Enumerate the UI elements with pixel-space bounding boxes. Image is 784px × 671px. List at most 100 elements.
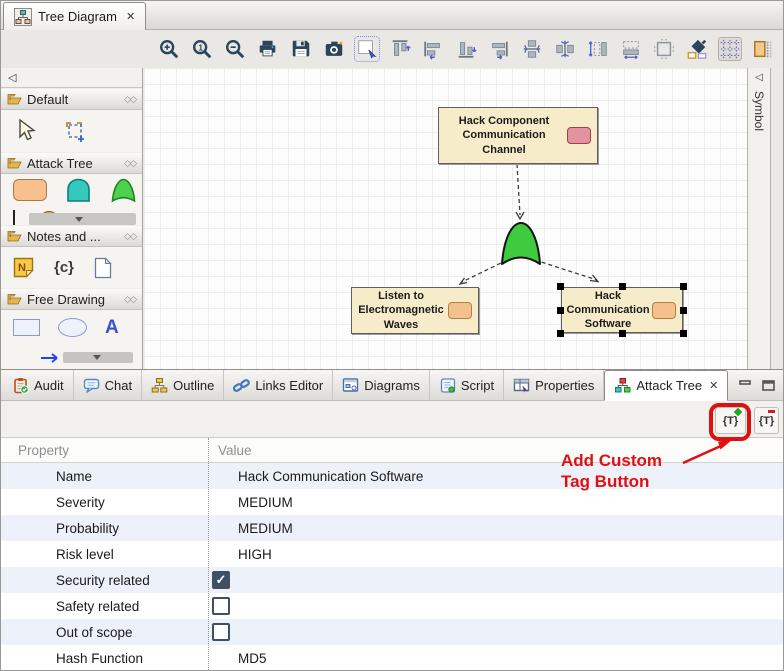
diagram-canvas[interactable]: Hack Component Communication Channel Lis… xyxy=(144,68,747,369)
palette-footer-scrollbar[interactable] xyxy=(63,352,133,363)
node-hack-communication-software[interactable]: Hack Communication Software xyxy=(561,287,683,333)
pin-icon[interactable]: ◇◇ xyxy=(124,294,136,305)
pin-icon[interactable]: ◇◇ xyxy=(124,94,136,105)
tab-attack-tree[interactable]: Attack Tree ✕ xyxy=(604,370,728,401)
screenshot-icon[interactable] xyxy=(322,37,346,61)
tab-label: Audit xyxy=(34,378,64,393)
tab-outline[interactable]: Outline xyxy=(142,370,224,400)
selection-handle[interactable] xyxy=(619,283,626,290)
table-row[interactable]: Out of scope ✓ xyxy=(1,619,784,645)
table-body: Name Hack Communication Software Severit… xyxy=(1,463,784,671)
tab-audit[interactable]: Audit xyxy=(3,370,74,400)
selection-handle[interactable] xyxy=(680,283,687,290)
palette-drawer-attack-tree[interactable]: Attack Tree ◇◇ xyxy=(1,152,142,174)
zoom-in-icon[interactable] xyxy=(157,37,181,61)
node-listen-to-electromagnetic-waves[interactable]: Listen to Electromagnetic Waves xyxy=(351,287,479,334)
tab-chat[interactable]: Chat xyxy=(74,370,142,400)
event-node-tool[interactable] xyxy=(13,179,47,201)
scroll-right-icon[interactable] xyxy=(39,352,63,364)
zoom-out-icon[interactable] xyxy=(223,37,247,61)
pin-icon[interactable]: ◇◇ xyxy=(124,158,136,169)
safety-related-checkbox[interactable]: ✓ xyxy=(212,597,230,615)
or-gate-tool[interactable] xyxy=(110,178,137,203)
table-row[interactable]: Hash Function MD5 xyxy=(1,645,784,671)
palette-drawer-default[interactable]: Default ◇◇ xyxy=(1,88,142,110)
tab-script[interactable]: Script xyxy=(430,370,504,400)
align-left-icon[interactable] xyxy=(421,37,445,61)
and-gate-tool[interactable] xyxy=(65,178,92,203)
property-value[interactable]: MD5 xyxy=(208,651,267,666)
tab-properties[interactable]: Properties xyxy=(504,370,604,400)
selection-handle[interactable] xyxy=(557,283,564,290)
tab-close-icon[interactable]: ✕ xyxy=(709,379,718,392)
tab-links-editor[interactable]: Links Editor xyxy=(224,370,333,400)
maximize-icon[interactable] xyxy=(762,379,775,392)
selection-handle[interactable] xyxy=(680,330,687,337)
property-name: Name xyxy=(1,469,208,484)
align-top-icon[interactable] xyxy=(388,37,412,61)
table-row[interactable]: Probability MEDIUM xyxy=(1,515,784,541)
table-row[interactable]: Safety related ✓ xyxy=(1,593,784,619)
save-icon[interactable] xyxy=(289,37,313,61)
minimize-icon[interactable] xyxy=(739,379,752,392)
table-row[interactable]: Risk level HIGH xyxy=(1,541,784,567)
node-badge[interactable] xyxy=(448,302,472,319)
marquee-tool-icon[interactable] xyxy=(63,119,87,143)
table-row[interactable]: Name Hack Communication Software xyxy=(1,463,784,489)
rectangle-tool[interactable] xyxy=(13,319,40,336)
table-row[interactable]: Severity MEDIUM xyxy=(1,489,784,515)
fill-style-icon[interactable] xyxy=(751,37,775,61)
toggle-grid-icon[interactable] xyxy=(718,37,742,61)
property-value[interactable]: MEDIUM xyxy=(208,495,293,510)
out-of-scope-checkbox[interactable]: ✓ xyxy=(212,623,230,641)
table-row[interactable]: Security related ✓ xyxy=(1,567,784,593)
remove-custom-tag-button[interactable]: {T} xyxy=(754,407,779,434)
pin-icon[interactable]: ◇◇ xyxy=(124,231,136,242)
expand-arrow-icon[interactable]: ◁ xyxy=(755,72,763,83)
selection-handle[interactable] xyxy=(557,330,564,337)
palette-drawer-free-drawing[interactable]: Free Drawing ◇◇ xyxy=(1,288,142,310)
security-related-checkbox[interactable]: ✓ xyxy=(212,571,230,589)
property-value[interactable]: Hack Communication Software xyxy=(208,469,423,484)
text-tool[interactable]: A xyxy=(105,317,119,339)
distribute-horizontal-icon[interactable] xyxy=(553,37,577,61)
selection-handle[interactable] xyxy=(619,330,626,337)
note-tool[interactable]: N xyxy=(13,257,34,278)
tab-close-icon[interactable]: ✕ xyxy=(126,10,135,23)
tag-glyph: {T} xyxy=(759,415,774,427)
document-tool[interactable] xyxy=(94,257,112,279)
fit-selection-icon[interactable] xyxy=(652,37,676,61)
property-value[interactable]: MEDIUM xyxy=(208,521,293,536)
align-right-icon[interactable] xyxy=(487,37,511,61)
property-value[interactable]: HIGH xyxy=(208,547,272,562)
symbol-panel-collapsed[interactable]: ◁ Symbol xyxy=(747,68,771,369)
add-custom-tag-button[interactable]: {T} xyxy=(715,407,746,434)
marquee-select-icon[interactable] xyxy=(355,37,379,61)
node-hack-component-communication-channel[interactable]: Hack Component Communication Channel xyxy=(438,107,598,164)
tab-tree-diagram[interactable]: Tree Diagram ✕ xyxy=(3,2,146,30)
zoom-actual-icon[interactable]: 1 xyxy=(190,37,214,61)
palette-collapse-button[interactable]: ◁ xyxy=(1,68,142,88)
palette-drawer-notes[interactable]: Notes and ... ◇◇ xyxy=(1,225,142,247)
editor-tab-bar: Tree Diagram ✕ xyxy=(1,1,783,30)
align-bottom-icon[interactable] xyxy=(454,37,478,61)
connector-tool[interactable] xyxy=(13,210,15,225)
distribute-vertical-icon[interactable] xyxy=(520,37,544,61)
match-height-icon[interactable] xyxy=(586,37,610,61)
palette-scrollbar[interactable] xyxy=(29,213,136,225)
folder-icon xyxy=(7,293,22,305)
comment-tool[interactable]: {c} xyxy=(54,259,74,276)
match-width-icon[interactable] xyxy=(619,37,643,61)
folder-icon xyxy=(7,157,22,169)
selection-handle[interactable] xyxy=(557,307,564,314)
ellipse-tool[interactable] xyxy=(58,318,87,337)
node-badge[interactable] xyxy=(652,302,676,319)
print-icon[interactable] xyxy=(256,37,280,61)
selection-handle[interactable] xyxy=(680,307,687,314)
or-gate-shape xyxy=(502,223,540,264)
node-badge[interactable] xyxy=(567,127,591,144)
select-tool-icon[interactable] xyxy=(13,118,37,144)
tab-diagrams[interactable]: Diagrams xyxy=(333,370,430,400)
format-painter-icon[interactable] xyxy=(685,37,709,61)
header-value: Value xyxy=(208,443,252,458)
